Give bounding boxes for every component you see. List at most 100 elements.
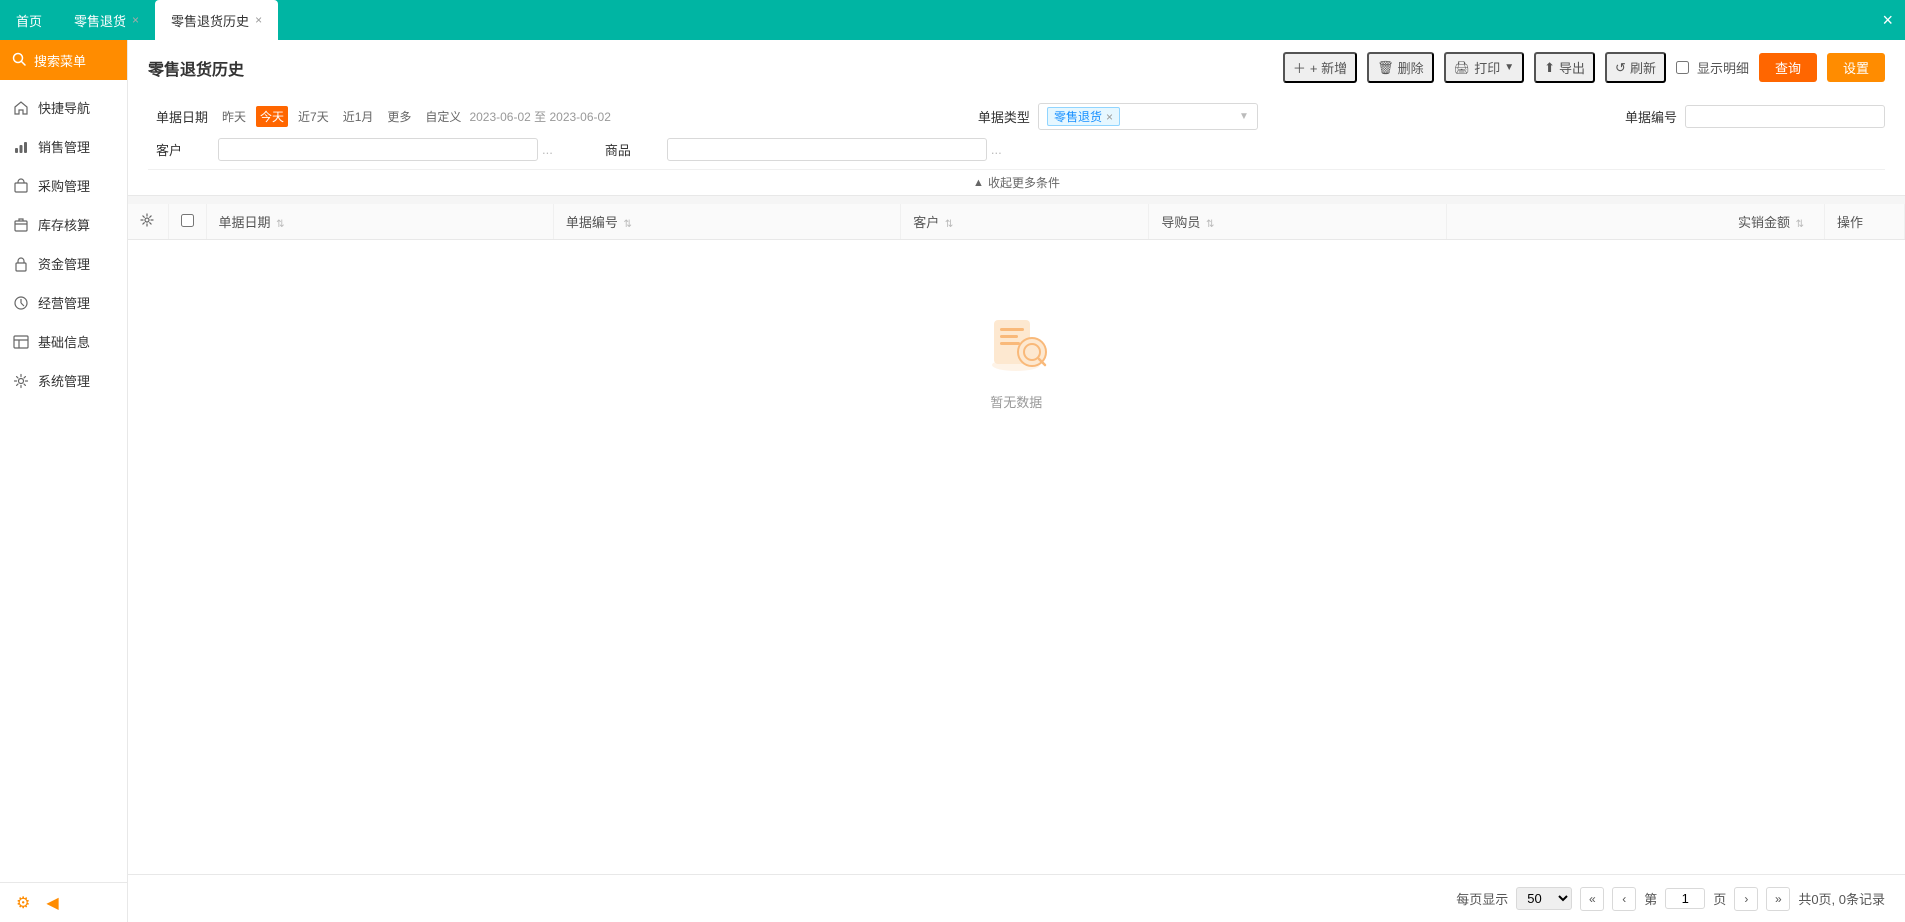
tab-retail-return-history-close[interactable]: × <box>255 13 262 27</box>
th-date-sort-icon[interactable]: ⇅ <box>276 219 284 230</box>
select-all-checkbox[interactable] <box>181 214 194 227</box>
delete-button[interactable]: 🗑 删除 <box>1367 52 1434 83</box>
delete-label: 删除 <box>1398 58 1424 77</box>
voucher-type-select[interactable]: 零售退货 × ▼ <box>1038 103 1258 130</box>
sidebar-search[interactable]: 搜索菜单 <box>0 40 127 80</box>
toolbar: ＋ + 新增 🗑 删除 🖨 打印 ▼ ⬆ 导出 <box>1283 52 1885 83</box>
empty-text: 暂无数据 <box>990 392 1042 411</box>
customer-dots[interactable]: ... <box>538 142 557 157</box>
voucher-type-tag: 零售退货 × <box>1047 107 1120 126</box>
sidebar: 搜索菜单 快捷导航 销售管理 采购管理 <box>0 40 128 922</box>
th-no-sort-icon[interactable]: ⇅ <box>623 219 631 230</box>
print-dropdown-icon: ▼ <box>1504 62 1514 73</box>
collapse-up-icon: ▲ <box>973 177 984 189</box>
sidebar-item-inventory[interactable]: 库存核算 <box>0 205 127 244</box>
window-close-button[interactable]: × <box>1870 10 1905 31</box>
add-button[interactable]: ＋ + 新增 <box>1283 52 1357 83</box>
goods-input[interactable] <box>667 138 987 161</box>
th-guide-label: 导购员 <box>1161 215 1200 230</box>
empty-icon <box>976 300 1056 380</box>
settings-button[interactable]: 设置 <box>1827 53 1885 82</box>
date-yesterday[interactable]: 昨天 <box>218 106 250 127</box>
bar-icon <box>12 294 30 312</box>
goods-label: 商品 <box>597 140 667 159</box>
th-customer-label: 客户 <box>913 215 939 230</box>
goods-dots[interactable]: ... <box>987 142 1006 157</box>
home-icon <box>12 99 30 117</box>
date-today[interactable]: 今天 <box>256 106 288 127</box>
th-guide[interactable]: 导购员 ⇅ <box>1149 204 1447 240</box>
display-toggle[interactable]: 显示明细 <box>1676 58 1749 77</box>
sidebar-item-operations[interactable]: 经营管理 <box>0 283 127 322</box>
sidebar-item-system[interactable]: 系统管理 <box>0 361 127 400</box>
sidebar-item-operations-label: 经营管理 <box>38 293 90 312</box>
sidebar-item-finance[interactable]: 资金管理 <box>0 244 127 283</box>
tab-retail-return-history[interactable]: 零售退货历史 × <box>155 0 278 40</box>
prev-page-button[interactable]: ‹ <box>1612 887 1636 911</box>
customer-input[interactable] <box>218 138 538 161</box>
date-filter-label: 单据日期 <box>148 107 218 126</box>
table-container: 单据日期 ⇅ 单据编号 ⇅ 客户 ⇅ 导购员 ⇅ <box>128 204 1905 874</box>
print-label: 打印 <box>1474 58 1500 77</box>
column-settings-icon[interactable] <box>140 215 154 230</box>
voucher-no-input[interactable] <box>1685 105 1885 128</box>
refresh-button[interactable]: ↺ 刷新 <box>1605 52 1666 83</box>
date-custom[interactable]: 自定义 <box>421 106 465 127</box>
th-ops: 操作 <box>1825 204 1905 240</box>
th-amount-sort-icon[interactable]: ⇅ <box>1796 219 1804 230</box>
page-suffix: 页 <box>1713 889 1726 908</box>
th-customer-sort-icon[interactable]: ⇅ <box>945 219 953 230</box>
main-layout: 搜索菜单 快捷导航 销售管理 采购管理 <box>0 40 1905 922</box>
sidebar-item-basic-info[interactable]: 基础信息 <box>0 322 127 361</box>
box-icon <box>12 216 30 234</box>
th-gear[interactable] <box>128 204 168 240</box>
sidebar-item-purchase-label: 采购管理 <box>38 176 90 195</box>
filter-row-customer: 客户 ... 商品 ... <box>148 138 1885 161</box>
display-toggle-checkbox[interactable] <box>1676 61 1689 74</box>
tab-home-label: 首页 <box>16 11 42 30</box>
collapse-icon[interactable]: ◀ <box>46 893 58 913</box>
page-title: 零售退货历史 <box>148 56 244 80</box>
export-button[interactable]: ⬆ 导出 <box>1534 52 1595 83</box>
page-header: 零售退货历史 ＋ + 新增 🗑 删除 🖨 打印 ▼ <box>128 40 1905 196</box>
tab-retail-return-close[interactable]: × <box>132 13 139 27</box>
th-no[interactable]: 单据编号 ⇅ <box>553 204 900 240</box>
date-more[interactable]: 更多 <box>383 106 415 127</box>
collapse-button[interactable]: ▲ 收起更多条件 <box>148 169 1885 195</box>
th-no-label: 单据编号 <box>566 215 618 230</box>
sidebar-item-sales[interactable]: 销售管理 <box>0 127 127 166</box>
next-page-button[interactable]: › <box>1734 887 1758 911</box>
per-page-select[interactable]: 10 20 50 100 <box>1516 887 1572 910</box>
print-icon: 🖨 <box>1454 60 1471 76</box>
th-ops-label: 操作 <box>1837 215 1863 230</box>
lock-icon <box>12 255 30 273</box>
export-icon: ⬆ <box>1544 60 1555 76</box>
last-page-button[interactable]: » <box>1766 887 1790 911</box>
query-button[interactable]: 查询 <box>1759 53 1817 82</box>
empty-state: 暂无数据 <box>128 240 1905 451</box>
th-checkbox[interactable] <box>168 204 206 240</box>
th-amount[interactable]: 实销金额 ⇅ <box>1447 204 1825 240</box>
voucher-type-remove[interactable]: × <box>1106 110 1113 124</box>
date-7days[interactable]: 近7天 <box>294 106 333 127</box>
sidebar-item-purchase[interactable]: 采购管理 <box>0 166 127 205</box>
th-customer[interactable]: 客户 ⇅ <box>901 204 1149 240</box>
th-guide-sort-icon[interactable]: ⇅ <box>1206 219 1214 230</box>
filter-area: 单据日期 昨天 今天 近7天 近1月 更多 自定义 2023-06-02 至 2… <box>148 95 1885 195</box>
sidebar-item-finance-label: 资金管理 <box>38 254 90 273</box>
page-input[interactable] <box>1665 888 1705 909</box>
print-button[interactable]: 🖨 打印 ▼ <box>1444 52 1524 83</box>
date-1month[interactable]: 近1月 <box>339 106 378 127</box>
first-page-button[interactable]: « <box>1580 887 1604 911</box>
settings-icon[interactable]: ⚙ <box>16 893 30 913</box>
th-date[interactable]: 单据日期 ⇅ <box>206 204 553 240</box>
sidebar-item-quick-nav[interactable]: 快捷导航 <box>0 88 127 127</box>
sidebar-item-quick-nav-label: 快捷导航 <box>38 98 90 117</box>
page-title-row: 零售退货历史 ＋ + 新增 🗑 删除 🖨 打印 ▼ <box>148 52 1885 83</box>
sidebar-item-system-label: 系统管理 <box>38 371 90 390</box>
per-page-label: 每页显示 <box>1456 889 1508 908</box>
date-shortcuts: 昨天 今天 近7天 近1月 更多 自定义 <box>218 106 465 127</box>
tab-home[interactable]: 首页 <box>0 0 58 40</box>
data-table: 单据日期 ⇅ 单据编号 ⇅ 客户 ⇅ 导购员 ⇅ <box>128 204 1905 451</box>
tab-retail-return[interactable]: 零售退货 × <box>58 0 155 40</box>
